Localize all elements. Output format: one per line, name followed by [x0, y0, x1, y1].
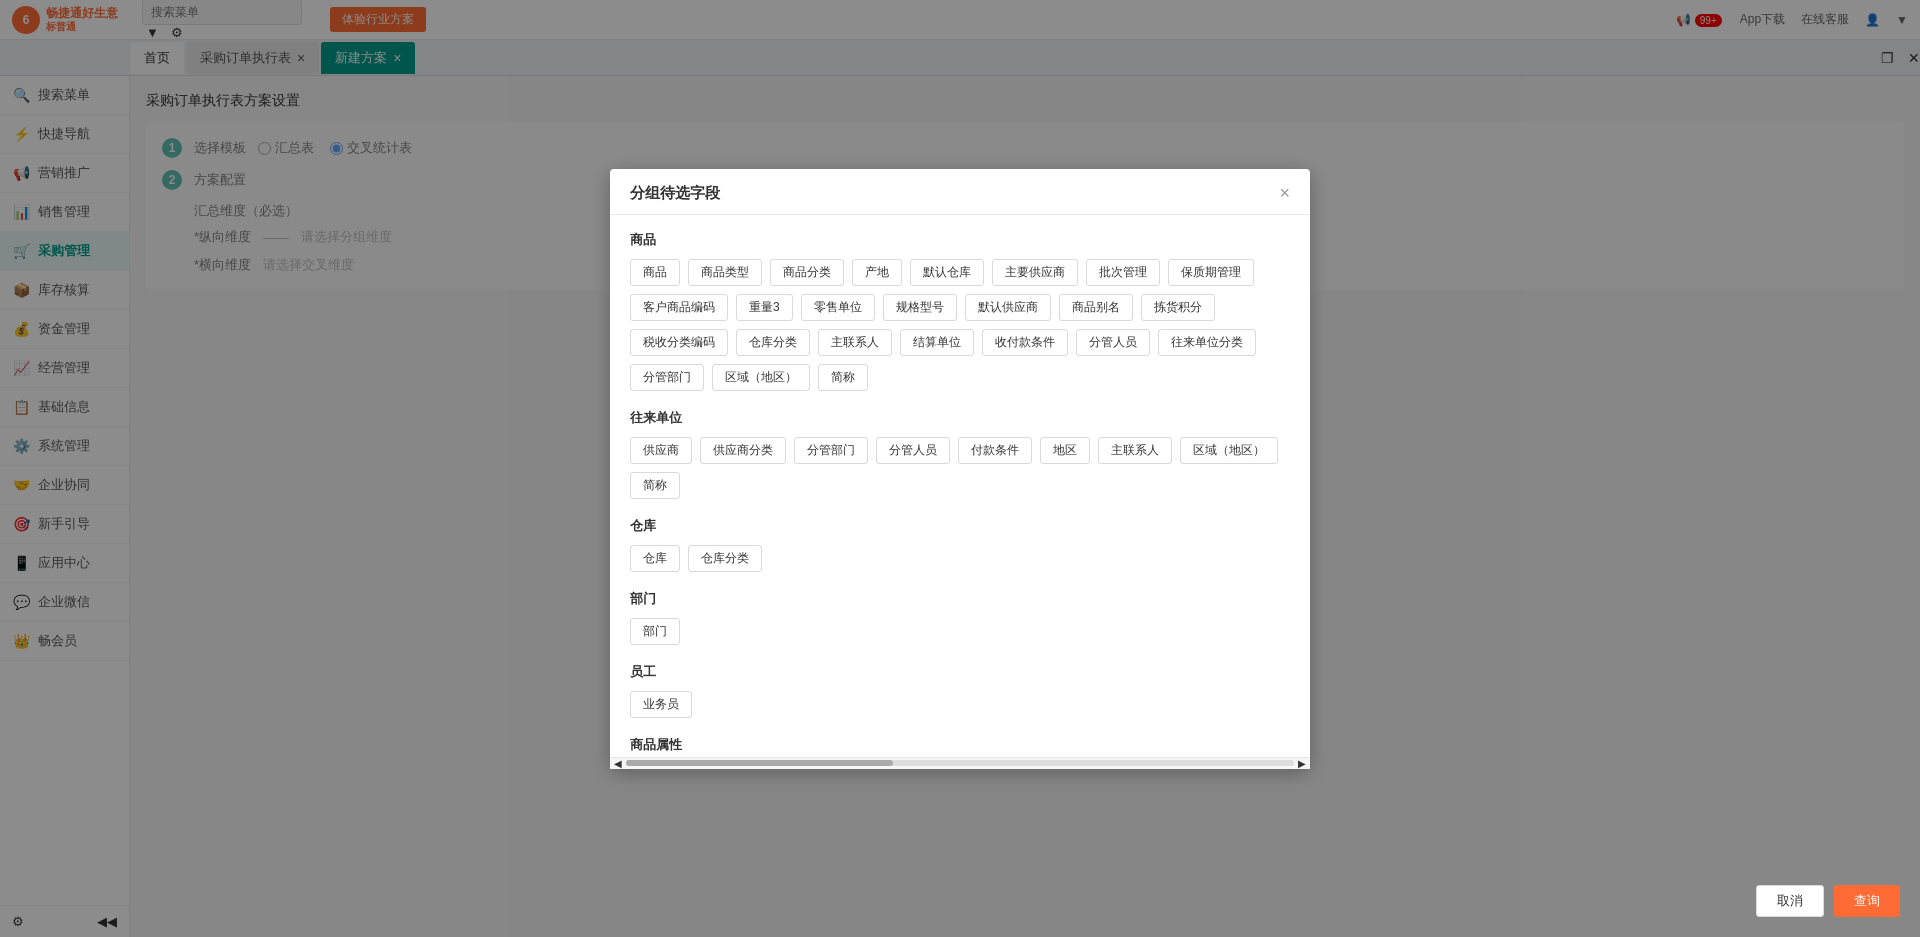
modal-body: 商品 商品 商品类型 商品分类 产地 默认仓库 主要供应商 批次管理 保质期管理… [610, 215, 1310, 757]
field-payment-terms[interactable]: 收付款条件 [982, 329, 1068, 356]
field-payment-cond[interactable]: 付款条件 [958, 437, 1032, 464]
field-partner-supervisor[interactable]: 分管人员 [876, 437, 950, 464]
field-pick-points[interactable]: 拣货积分 [1141, 294, 1215, 321]
field-warehouse-category[interactable]: 仓库分类 [736, 329, 810, 356]
field-retail-unit[interactable]: 零售单位 [801, 294, 875, 321]
field-product[interactable]: 商品 [630, 259, 680, 286]
section-partner-title: 往来单位 [630, 409, 1290, 427]
section-employee: 员工 业务员 [630, 663, 1290, 718]
section-product-title: 商品 [630, 231, 1290, 249]
field-supervisor[interactable]: 分管人员 [1076, 329, 1150, 356]
section-dept-fields: 部门 [630, 618, 1290, 645]
hscroll-track [626, 760, 1294, 766]
section-partner-fields: 供应商 供应商分类 分管部门 分管人员 付款条件 地区 主联系人 区域（地区） … [630, 437, 1290, 499]
field-partner-category[interactable]: 往来单位分类 [1158, 329, 1256, 356]
field-region-partner[interactable]: 区域（地区） [1180, 437, 1278, 464]
modal-hscrollbar[interactable]: ◀ ▶ [610, 757, 1310, 769]
field-area[interactable]: 地区 [1040, 437, 1090, 464]
modal-overlay: 分组待选字段 × 商品 商品 商品类型 商品分类 产地 默认仓库 主要供应商 批… [0, 0, 1920, 937]
section-product-attr: 商品属性 属性 颜色 多规格 尺码 鞋码 1 [630, 736, 1290, 757]
field-shelf-life[interactable]: 保质期管理 [1168, 259, 1254, 286]
field-customer-code[interactable]: 客户商品编码 [630, 294, 728, 321]
field-supplier[interactable]: 供应商 [630, 437, 692, 464]
field-abbr-product[interactable]: 简称 [818, 364, 868, 391]
field-region-product[interactable]: 区域（地区） [712, 364, 810, 391]
section-employee-title: 员工 [630, 663, 1290, 681]
field-product-category[interactable]: 商品分类 [770, 259, 844, 286]
field-dept-mgmt[interactable]: 分管部门 [630, 364, 704, 391]
footer-actions: 取消 查询 [1756, 885, 1900, 917]
field-warehouse[interactable]: 仓库 [630, 545, 680, 572]
field-partner-dept[interactable]: 分管部门 [794, 437, 868, 464]
field-main-supplier[interactable]: 主要供应商 [992, 259, 1078, 286]
field-origin[interactable]: 产地 [852, 259, 902, 286]
field-settlement-unit[interactable]: 结算单位 [900, 329, 974, 356]
section-warehouse-title: 仓库 [630, 517, 1290, 535]
section-employee-fields: 业务员 [630, 691, 1290, 718]
confirm-button[interactable]: 查询 [1834, 885, 1900, 917]
hscroll-right-arrow[interactable]: ▶ [1298, 758, 1306, 769]
section-product-fields: 商品 商品类型 商品分类 产地 默认仓库 主要供应商 批次管理 保质期管理 客户… [630, 259, 1290, 391]
field-main-contact[interactable]: 主联系人 [818, 329, 892, 356]
modal-close-button[interactable]: × [1279, 183, 1290, 204]
field-default-warehouse[interactable]: 默认仓库 [910, 259, 984, 286]
field-select-modal: 分组待选字段 × 商品 商品 商品类型 商品分类 产地 默认仓库 主要供应商 批… [610, 169, 1310, 769]
field-weight3[interactable]: 重量3 [736, 294, 793, 321]
field-product-alias[interactable]: 商品别名 [1059, 294, 1133, 321]
field-product-type[interactable]: 商品类型 [688, 259, 762, 286]
modal-title: 分组待选字段 [630, 184, 720, 203]
field-dept[interactable]: 部门 [630, 618, 680, 645]
hscroll-thumb[interactable] [626, 760, 893, 766]
field-sales-rep[interactable]: 业务员 [630, 691, 692, 718]
section-partner: 往来单位 供应商 供应商分类 分管部门 分管人员 付款条件 地区 主联系人 区域… [630, 409, 1290, 499]
cancel-button[interactable]: 取消 [1756, 885, 1824, 917]
field-default-supplier[interactable]: 默认供应商 [965, 294, 1051, 321]
section-product: 商品 商品 商品类型 商品分类 产地 默认仓库 主要供应商 批次管理 保质期管理… [630, 231, 1290, 391]
section-warehouse: 仓库 仓库 仓库分类 [630, 517, 1290, 572]
section-product-attr-title: 商品属性 [630, 736, 1290, 754]
modal-header: 分组待选字段 × [610, 169, 1310, 215]
field-batch-mgmt[interactable]: 批次管理 [1086, 259, 1160, 286]
field-tax-code[interactable]: 税收分类编码 [630, 329, 728, 356]
field-abbr-partner[interactable]: 简称 [630, 472, 680, 499]
field-partner-contact[interactable]: 主联系人 [1098, 437, 1172, 464]
section-warehouse-fields: 仓库 仓库分类 [630, 545, 1290, 572]
field-supplier-category[interactable]: 供应商分类 [700, 437, 786, 464]
field-spec-model[interactable]: 规格型号 [883, 294, 957, 321]
field-warehouse-cat[interactable]: 仓库分类 [688, 545, 762, 572]
section-dept: 部门 部门 [630, 590, 1290, 645]
hscroll-left-arrow[interactable]: ◀ [614, 758, 622, 769]
section-dept-title: 部门 [630, 590, 1290, 608]
